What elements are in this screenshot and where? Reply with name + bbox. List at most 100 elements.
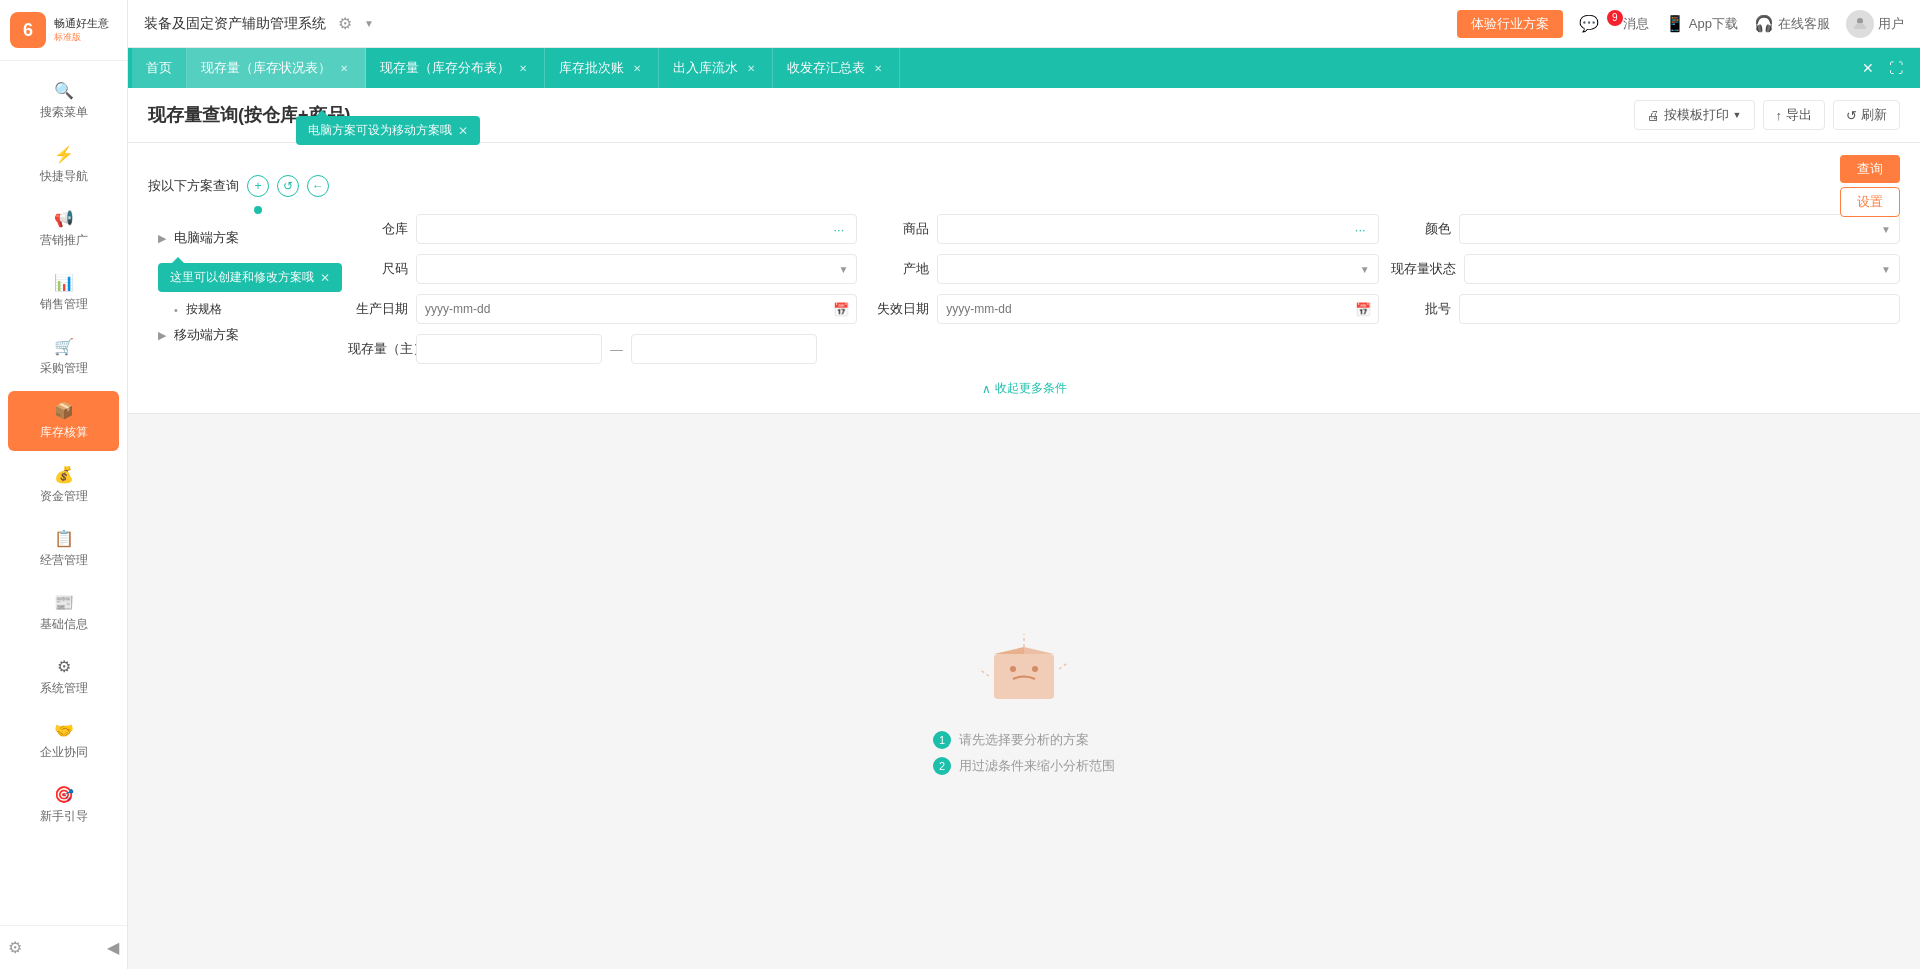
tab-recv-summary[interactable]: 收发存汇总表 ✕	[773, 48, 900, 88]
sidebar-item-label: 经营管理	[40, 552, 88, 569]
expiry-date-start[interactable]	[937, 294, 1378, 324]
sidebar-item-search[interactable]: 🔍 搜索菜单	[8, 71, 119, 131]
mobile-scheme-item[interactable]: ▶ 移动端方案	[158, 326, 239, 344]
filter-label: 按以下方案查询	[148, 177, 239, 195]
product-dots[interactable]: ···	[1351, 222, 1370, 237]
size-label: 尺码	[348, 260, 408, 278]
refresh-btn[interactable]: ↺ 刷新	[1833, 100, 1900, 130]
tab-close-inventory-dist[interactable]: ✕	[516, 61, 530, 75]
system-icon: ⚙	[57, 657, 71, 676]
tab-batch-ledger[interactable]: 库存批次账 ✕	[545, 48, 659, 88]
sidebar-navigation: 🔍 搜索菜单 ⚡ 快捷导航 📢 营销推广 📊 销售管理 🛒 采购管理 📦 库存核…	[0, 61, 127, 925]
sidebar-item-system[interactable]: ⚙ 系统管理	[8, 647, 119, 707]
field-stock-status: 现存量状态 ▼	[1391, 254, 1900, 284]
svg-point-2	[1010, 666, 1016, 672]
tree-expand-icon: ▶	[158, 232, 166, 245]
sidebar-bottom: ⚙ ◀	[0, 925, 127, 969]
tab-close-recv-summary[interactable]: ✕	[871, 61, 885, 75]
sidebar-item-guide[interactable]: ⚡ 快捷导航	[8, 135, 119, 195]
manufacture-date-start[interactable]	[416, 294, 857, 324]
sidebar-item-label: 资金管理	[40, 488, 88, 505]
stock-qty-range: —	[416, 334, 817, 364]
manufacture-date-label: 生产日期	[348, 300, 408, 318]
tab-close-all-btn[interactable]: ✕	[1856, 56, 1880, 80]
expiry-date-field: 📅	[937, 294, 1378, 324]
headset-icon: 🎧	[1754, 14, 1774, 33]
stock-qty-max[interactable]	[631, 334, 817, 364]
product-select[interactable]: ···	[937, 214, 1378, 244]
scheme-tooltip: 电脑方案可设为移动方案哦 ✕	[296, 116, 480, 145]
color-select[interactable]: ▼	[1459, 214, 1900, 244]
collapse-sidebar-icon[interactable]: ◀	[107, 938, 119, 957]
message-btn[interactable]: 💬 9 消息	[1579, 14, 1649, 33]
message-icon: 💬	[1579, 14, 1599, 33]
sidebar-item-operations[interactable]: 📋 经营管理	[8, 519, 119, 579]
message-badge: 9	[1607, 10, 1623, 26]
print-btn[interactable]: 🖨 按模板打印 ▼	[1634, 100, 1755, 130]
create-tooltip-close[interactable]: ✕	[320, 271, 330, 285]
settings-icon[interactable]: ⚙	[8, 938, 22, 957]
sidebar: 6 畅通好生意 标准版 🔍 搜索菜单 ⚡ 快捷导航 📢 营销推广 📊 销售管理 …	[0, 0, 128, 969]
tab-close-batch-ledger[interactable]: ✕	[630, 61, 644, 75]
field-expiry-date: 失效日期 📅	[869, 294, 1378, 324]
sidebar-item-newbie[interactable]: 🎯 新手引导	[8, 775, 119, 835]
tab-close-in-out-flow[interactable]: ✕	[744, 61, 758, 75]
sidebar-item-finance[interactable]: 💰 资金管理	[8, 455, 119, 515]
sidebar-item-marketing[interactable]: 📢 营销推广	[8, 199, 119, 259]
avatar	[1846, 10, 1874, 38]
stock-status-select[interactable]: ▼	[1464, 254, 1900, 284]
origin-arrow-icon: ▼	[1360, 264, 1370, 275]
batch-no-input[interactable]	[1459, 294, 1900, 324]
tab-in-out-flow[interactable]: 出入库流水 ✕	[659, 48, 773, 88]
sidebar-item-basic[interactable]: 📰 基础信息	[8, 583, 119, 643]
back-btn[interactable]: ←	[307, 175, 329, 197]
collapse-label: 收起更多条件	[995, 380, 1067, 397]
add-scheme-btn[interactable]: +	[247, 175, 269, 197]
sidebar-item-sales[interactable]: 📊 销售管理	[8, 263, 119, 323]
step-2-text: 用过滤条件来缩小分析范围	[959, 757, 1115, 775]
logo-text-group: 畅通好生意 标准版	[54, 16, 109, 44]
tab-maximize-btn[interactable]: ⛶	[1884, 56, 1908, 80]
size-select[interactable]: ▼	[416, 254, 857, 284]
app-download-btn[interactable]: 📱 App下载	[1665, 14, 1738, 33]
sidebar-item-label: 营销推广	[40, 232, 88, 249]
back-icon: ←	[312, 179, 324, 193]
warehouse-select[interactable]: ···	[416, 214, 857, 244]
color-label: 颜色	[1391, 220, 1451, 238]
settings-gear-icon[interactable]: ⚙	[338, 14, 352, 33]
refresh-scheme-btn[interactable]: ↺	[277, 175, 299, 197]
stock-qty-min[interactable]	[416, 334, 602, 364]
phone-icon: 📱	[1665, 14, 1685, 33]
tab-home[interactable]: 首页	[132, 48, 187, 88]
sidebar-item-label: 快捷导航	[40, 168, 88, 185]
online-service-label: 在线客服	[1778, 15, 1830, 33]
scheme-tooltip-close[interactable]: ✕	[458, 124, 468, 138]
manufacture-date-field: 📅	[416, 294, 857, 324]
field-size: 尺码 ▼	[348, 254, 857, 284]
tab-close-inventory-status[interactable]: ✕	[337, 61, 351, 75]
print-label: 按模板打印	[1664, 106, 1729, 124]
calendar-icon-1: 📅	[833, 302, 849, 317]
logo-icon: 6	[10, 12, 46, 48]
tab-inventory-status[interactable]: 现存量（库存状况表） ✕	[187, 48, 366, 88]
tab-inventory-dist[interactable]: 现存量（库存分布表） ✕	[366, 48, 545, 88]
svg-line-6	[1059, 662, 1069, 669]
online-service-btn[interactable]: 🎧 在线客服	[1754, 14, 1830, 33]
tree-item-specs[interactable]: • 按规格	[158, 297, 239, 322]
export-btn[interactable]: ↑ 导出	[1763, 100, 1826, 130]
field-product: 商品 ···	[869, 214, 1378, 244]
sidebar-item-purchase[interactable]: 🛒 采购管理	[8, 327, 119, 387]
sidebar-item-inventory[interactable]: 📦 库存核算	[8, 391, 119, 451]
query-btn[interactable]: 查询	[1840, 155, 1900, 183]
industry-btn[interactable]: 体验行业方案	[1457, 10, 1563, 38]
sidebar-item-enterprise[interactable]: 🤝 企业协同	[8, 711, 119, 771]
stock-status-arrow-icon: ▼	[1881, 264, 1891, 275]
collapse-row[interactable]: ∧ 收起更多条件	[148, 374, 1900, 401]
warehouse-dots[interactable]: ···	[829, 222, 848, 237]
create-tooltip-text: 这里可以创建和修改方案哦	[170, 269, 314, 286]
export-label: 导出	[1786, 106, 1812, 124]
enterprise-icon: 🤝	[54, 721, 74, 740]
reset-btn[interactable]: 设置	[1840, 187, 1900, 217]
user-btn[interactable]: 用户	[1846, 10, 1904, 38]
origin-select[interactable]: ▼	[937, 254, 1378, 284]
